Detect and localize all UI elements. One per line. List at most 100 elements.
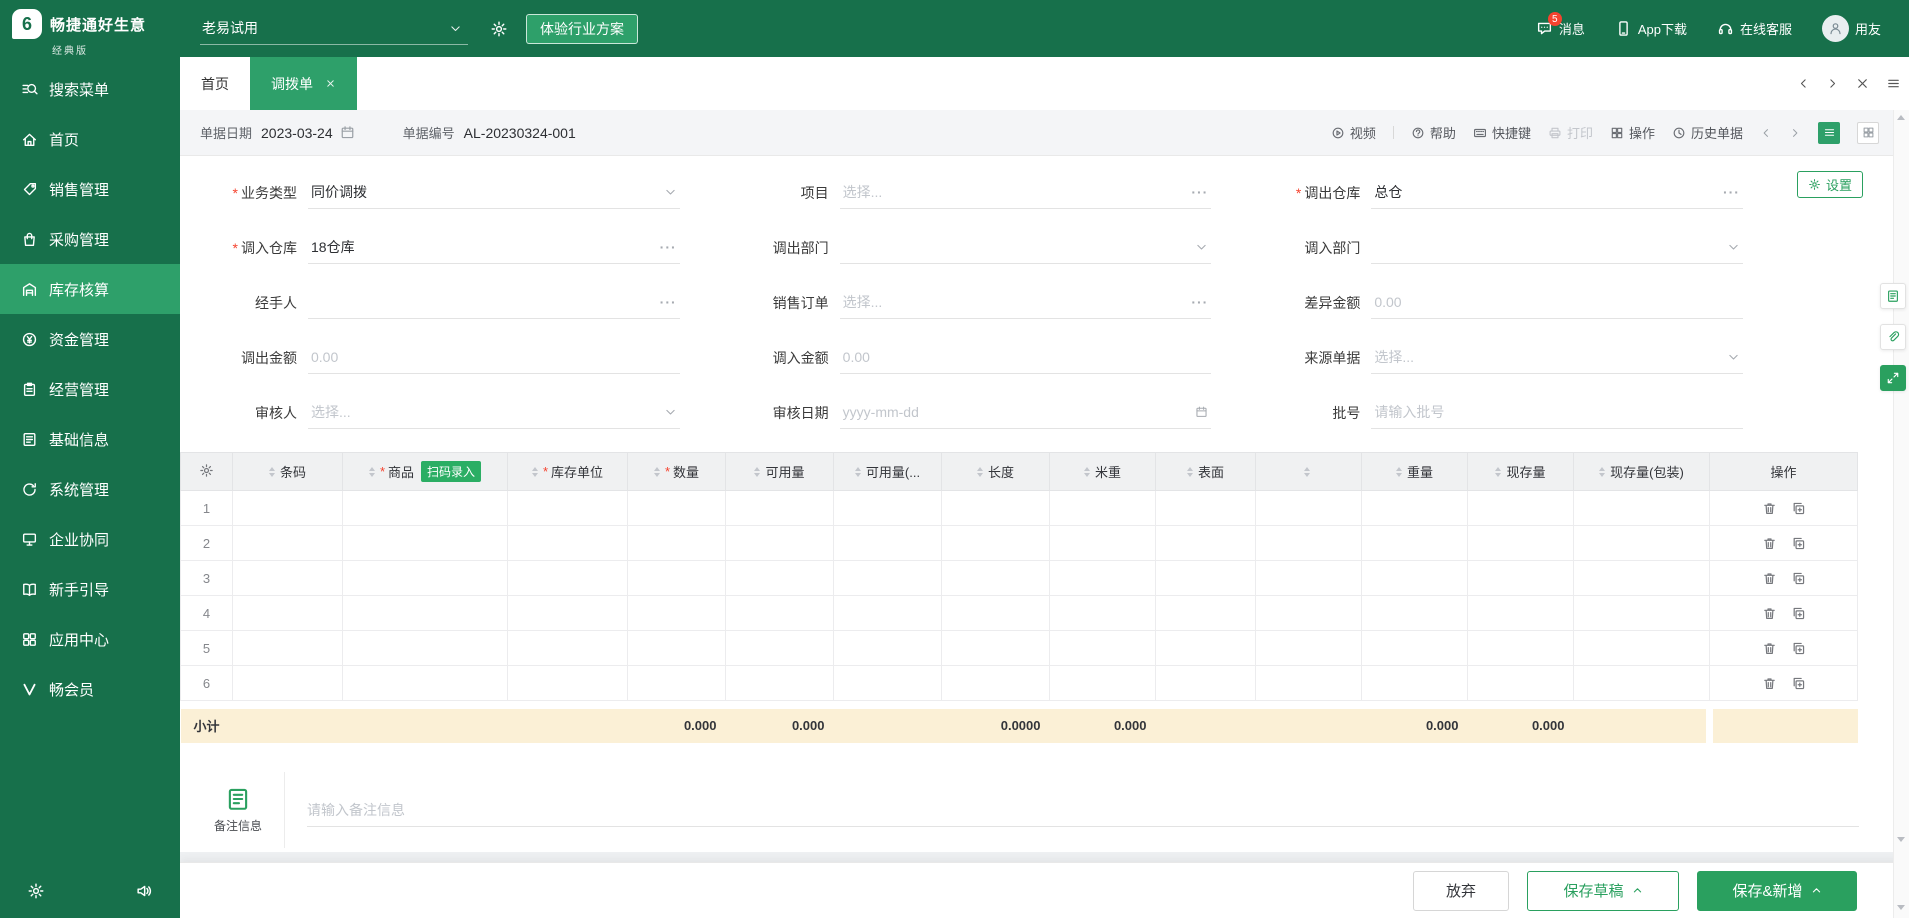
- out_amount-input[interactable]: 0.00: [308, 342, 680, 374]
- cell-meterweight[interactable]: [1049, 525, 1156, 561]
- in_wh-input[interactable]: 18仓库 ···: [308, 232, 680, 264]
- col-surface[interactable]: 表面: [1155, 452, 1256, 491]
- cell-barcode[interactable]: [232, 665, 343, 701]
- cell-length[interactable]: [941, 665, 1050, 701]
- cell-available2[interactable]: [833, 630, 942, 666]
- sidebar-item-purchase[interactable]: 采购管理: [0, 214, 180, 264]
- cell-stock[interactable]: [1467, 560, 1574, 596]
- expand-tool-icon[interactable]: [1880, 365, 1906, 391]
- copy-row-icon[interactable]: [1791, 676, 1806, 691]
- ellipsis-icon[interactable]: ···: [1191, 294, 1208, 310]
- sort-icon[interactable]: [1304, 466, 1310, 477]
- calendar-icon[interactable]: [340, 125, 355, 140]
- doc-date-value[interactable]: 2023-03-24: [261, 125, 333, 141]
- cell-unit[interactable]: [507, 525, 628, 561]
- sort-icon[interactable]: [1083, 466, 1090, 477]
- sidebar-item-member[interactable]: 畅会员: [0, 664, 180, 714]
- vertical-scrollbar[interactable]: [1893, 110, 1909, 918]
- copy-row-icon[interactable]: [1791, 536, 1806, 551]
- chevron-down-icon[interactable]: [1195, 241, 1208, 254]
- cell-available[interactable]: [725, 490, 834, 526]
- ellipsis-icon[interactable]: ···: [660, 239, 677, 255]
- cell-barcode[interactable]: [232, 525, 343, 561]
- sidebar-item-system[interactable]: 系统管理: [0, 464, 180, 514]
- col-length[interactable]: 长度: [941, 452, 1050, 491]
- sort-icon[interactable]: [1395, 466, 1402, 477]
- org-select[interactable]: 老易试用: [200, 13, 468, 45]
- cell-length[interactable]: [941, 630, 1050, 666]
- cell-surface[interactable]: [1155, 525, 1256, 561]
- col-extra[interactable]: [1255, 452, 1362, 491]
- attachment-tool-icon[interactable]: [1880, 324, 1906, 350]
- cell-qty[interactable]: [627, 560, 726, 596]
- cell-stockpack[interactable]: [1573, 490, 1710, 526]
- delete-row-icon[interactable]: [1762, 606, 1777, 621]
- diff_amount-input[interactable]: 0.00: [1371, 287, 1743, 319]
- cell-stockpack[interactable]: [1573, 665, 1710, 701]
- tool-hotkeys-button[interactable]: 快捷键: [1473, 123, 1531, 142]
- col-stock[interactable]: 现存量: [1467, 452, 1574, 491]
- cell-meterweight[interactable]: [1049, 630, 1156, 666]
- cell-length[interactable]: [941, 560, 1050, 596]
- cell-available[interactable]: [725, 525, 834, 561]
- sort-icon[interactable]: [1186, 466, 1193, 477]
- sort-icon[interactable]: [976, 466, 983, 477]
- user-menu[interactable]: 用友: [1821, 15, 1881, 42]
- sidebar-item-search[interactable]: 搜索菜单: [0, 64, 180, 114]
- cell-qty[interactable]: [627, 595, 726, 631]
- in_dept-input[interactable]: [1371, 232, 1743, 264]
- remark-input[interactable]: 请输入备注信息: [307, 793, 1859, 827]
- app-download-button[interactable]: App下载: [1615, 19, 1687, 38]
- cell-weight[interactable]: [1361, 630, 1468, 666]
- list-view-toggle[interactable]: [1818, 121, 1840, 144]
- cell-meterweight[interactable]: [1049, 595, 1156, 631]
- project-input[interactable]: 选择... ···: [839, 177, 1212, 209]
- tool-history-button[interactable]: 历史单据: [1672, 123, 1743, 142]
- cell-stockpack[interactable]: [1573, 595, 1710, 631]
- tool-actions-button[interactable]: 操作: [1610, 123, 1655, 142]
- cell-qty[interactable]: [627, 525, 726, 561]
- tabs-next-button[interactable]: [1826, 77, 1839, 90]
- col-unit[interactable]: * 库存单位: [507, 452, 628, 491]
- calendar-icon[interactable]: [1195, 406, 1208, 419]
- tab-transfer-order[interactable]: 调拨单: [250, 57, 357, 110]
- col-weight[interactable]: 重量: [1361, 452, 1468, 491]
- cell-available2[interactable]: [833, 560, 942, 596]
- cell-stockpack[interactable]: [1573, 560, 1710, 596]
- chevron-down-icon[interactable]: [664, 406, 677, 419]
- tool-video-button[interactable]: 视频: [1331, 123, 1376, 142]
- summary-tool-icon[interactable]: [1880, 283, 1906, 309]
- ellipsis-icon[interactable]: ···: [1191, 184, 1208, 200]
- cell-weight[interactable]: [1361, 490, 1468, 526]
- out_dept-input[interactable]: [839, 232, 1212, 264]
- scroll-up-icon[interactable]: [1897, 115, 1905, 120]
- chevron-down-icon[interactable]: [1727, 351, 1740, 364]
- cell-unit[interactable]: [507, 630, 628, 666]
- cell-barcode[interactable]: [232, 630, 343, 666]
- cell-stock[interactable]: [1467, 490, 1574, 526]
- industry-solution-button[interactable]: 体验行业方案: [526, 13, 638, 44]
- sidebar-item-business[interactable]: 经营管理: [0, 364, 180, 414]
- cell-unit[interactable]: [507, 490, 628, 526]
- cell-barcode[interactable]: [232, 490, 343, 526]
- sort-icon[interactable]: [268, 466, 275, 477]
- cell-surface[interactable]: [1155, 630, 1256, 666]
- cell-unit[interactable]: [507, 560, 628, 596]
- scan-entry-button[interactable]: 扫码录入: [421, 461, 482, 482]
- col-available[interactable]: 可用量: [725, 452, 834, 491]
- cell-extra[interactable]: [1255, 665, 1362, 701]
- chevron-down-icon[interactable]: [664, 186, 677, 199]
- cell-extra[interactable]: [1255, 525, 1362, 561]
- cell-product[interactable]: [342, 595, 508, 631]
- sidebar-item-home[interactable]: 首页: [0, 114, 180, 164]
- delete-row-icon[interactable]: [1762, 571, 1777, 586]
- cell-extra[interactable]: [1255, 490, 1362, 526]
- cell-surface[interactable]: [1155, 490, 1256, 526]
- delete-row-icon[interactable]: [1762, 641, 1777, 656]
- cell-surface[interactable]: [1155, 665, 1256, 701]
- cell-qty[interactable]: [627, 630, 726, 666]
- tab-home[interactable]: 首页: [180, 57, 250, 110]
- cell-extra[interactable]: [1255, 595, 1362, 631]
- delete-row-icon[interactable]: [1762, 501, 1777, 516]
- close-icon[interactable]: [325, 78, 336, 89]
